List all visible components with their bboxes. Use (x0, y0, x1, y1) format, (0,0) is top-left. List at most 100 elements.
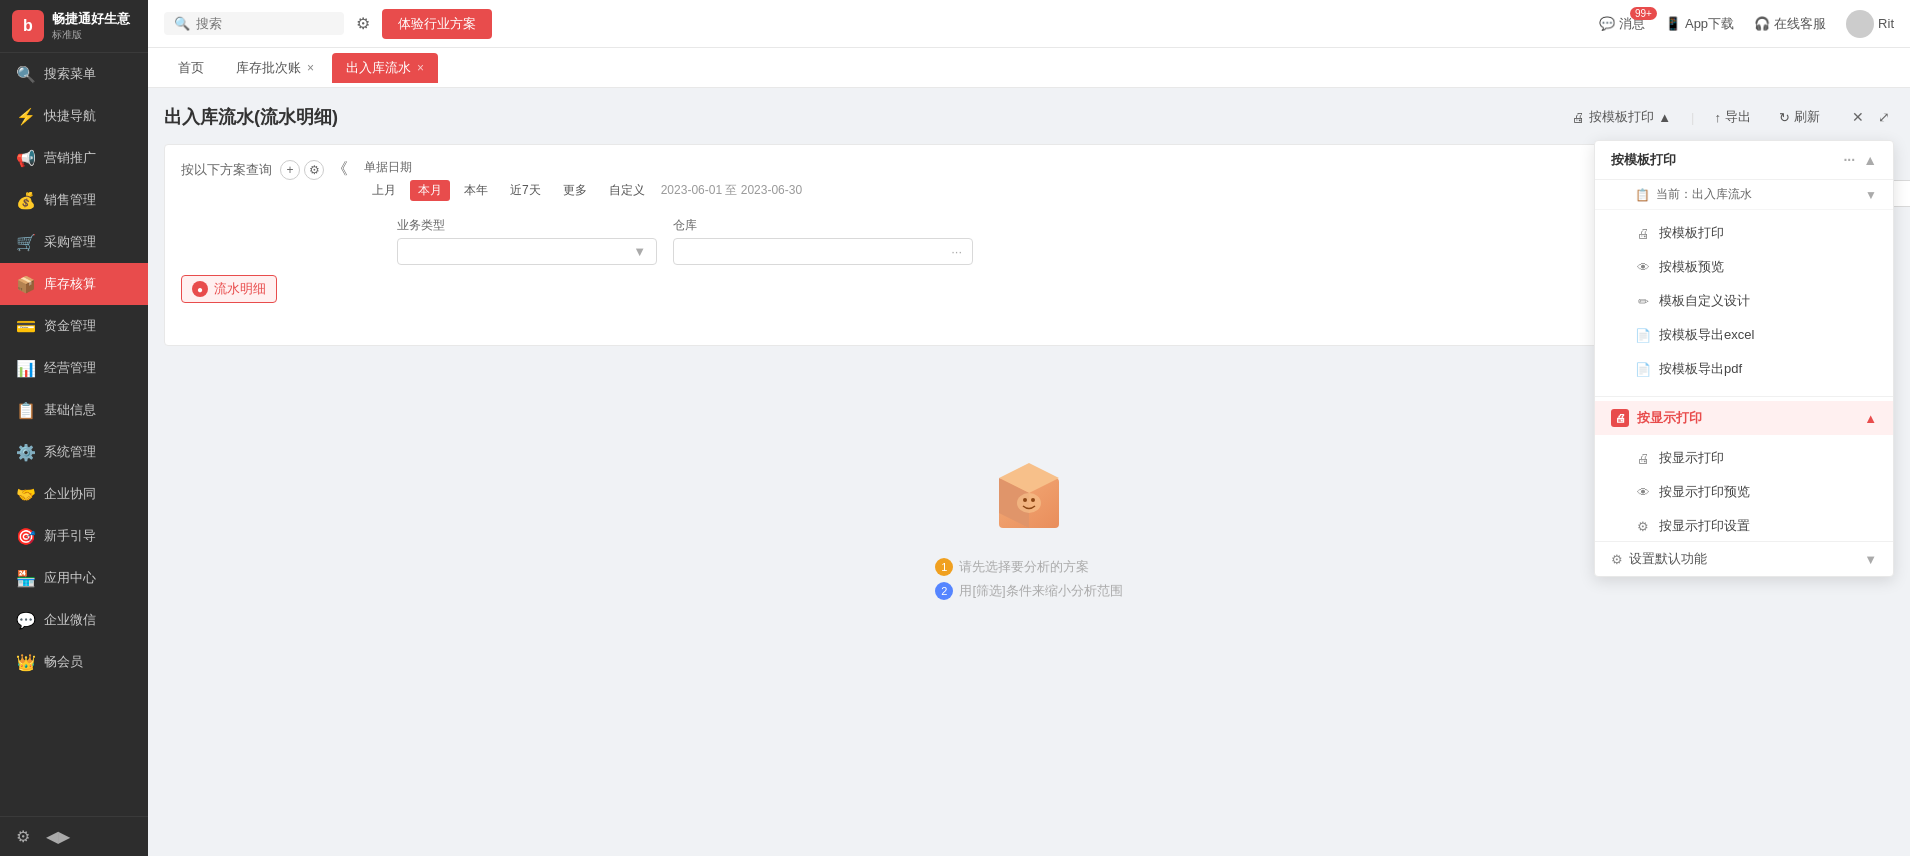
dropdown-current-row[interactable]: 📋 当前：出入库流水 ▼ (1595, 180, 1893, 210)
sidebar-icon-operation: 📊 (16, 358, 36, 378)
business-type-chevron: ▼ (633, 244, 646, 259)
sidebar-icon-basic: 📋 (16, 400, 36, 420)
page-title: 出入库流水(流水明细) (164, 105, 338, 129)
message-button[interactable]: 💬 消息 99+ (1599, 15, 1645, 33)
date-shortcut-this-year[interactable]: 本年 (456, 180, 496, 201)
printer-icon: 🖨 (1572, 110, 1585, 125)
sidebar-item-wecom[interactable]: 💬 企业微信 (0, 599, 148, 641)
trial-button[interactable]: 体验行业方案 (382, 9, 492, 39)
date-field-label: 单据日期 (364, 159, 1581, 176)
sidebar-item-system[interactable]: ⚙️ 系统管理 (0, 431, 148, 473)
warehouse-select[interactable]: ··· (673, 238, 973, 265)
dp-label-template-export-excel: 按模板导出excel (1659, 326, 1754, 344)
dropdown-footer[interactable]: ⚙ 设置默认功能 ▼ (1595, 541, 1893, 576)
dropdown-item-display-print-settings[interactable]: ⚙ 按显示打印设置 (1595, 509, 1893, 541)
template-print-button[interactable]: 🖨 按模板打印 ▲ (1564, 104, 1679, 130)
dropdown-panel: 按模板打印 ··· ▲ 📋 当前：出入库流水 (1594, 140, 1894, 577)
sidebar-item-operation[interactable]: 📊 经营管理 (0, 347, 148, 389)
app-download-button[interactable]: 📱 App下载 (1665, 15, 1734, 33)
date-shortcut-last-month[interactable]: 上月 (364, 180, 404, 201)
user-name: Rit (1878, 16, 1894, 31)
sidebar-item-basic[interactable]: 📋 基础信息 (0, 389, 148, 431)
dropdown-item-template-custom[interactable]: ✏ 模板自定义设计 (1595, 284, 1893, 318)
sidebar-item-purchase[interactable]: 🛒 采购管理 (0, 221, 148, 263)
sidebar-icon-wecom: 💬 (16, 610, 36, 630)
dp-icon-template-export-pdf: 📄 (1635, 361, 1651, 377)
business-type-field: 业务类型 ▼ (397, 217, 657, 265)
sidebar-item-inventory[interactable]: 📦 库存核算 (0, 263, 148, 305)
date-shortcut-this-month[interactable]: 本月 (410, 180, 450, 201)
export-button[interactable]: ↑ 导出 (1707, 104, 1760, 130)
sidebar-logo: b 畅捷通好生意 标准版 (0, 0, 148, 53)
topbar-search[interactable]: 🔍 (164, 12, 344, 35)
empty-hint-1: 1 请先选择要分析的方案 (935, 558, 1122, 576)
sidebar-label-basic: 基础信息 (44, 401, 96, 419)
filter-settings-icon[interactable]: ⚙ (304, 160, 324, 180)
display-print-subheader[interactable]: 🖨 按显示打印 ▲ (1595, 401, 1893, 435)
date-shortcuts: 上月 本月 本年 近7天 更多 自定义 (364, 180, 653, 201)
dropdown-item-display-print[interactable]: 🖨 按显示打印 (1595, 441, 1893, 475)
sidebar-icon-search: 🔍 (16, 64, 36, 84)
close-overlay-button[interactable]: ✕ (1848, 107, 1868, 127)
settings-bottom-icon[interactable]: ⚙ (16, 827, 30, 846)
search-input[interactable] (196, 16, 334, 31)
empty-state-icon (979, 438, 1079, 538)
dropdown-item-template-export-pdf[interactable]: 📄 按模板导出pdf (1595, 352, 1893, 386)
business-type-select[interactable]: ▼ (397, 238, 657, 265)
brand-name: 畅捷通好生意 (52, 10, 130, 28)
sidebar-item-search[interactable]: 🔍 搜索菜单 (0, 53, 148, 95)
dp-label-template-export-pdf: 按模板导出pdf (1659, 360, 1742, 378)
tab-inout-flow[interactable]: 出入库流水× (332, 53, 438, 83)
dropdown-item-template-print[interactable]: 🖨 按模板打印 (1595, 216, 1893, 250)
sidebar-item-finance[interactable]: 💳 资金管理 (0, 305, 148, 347)
tab-batch-account[interactable]: 库存批次账× (222, 53, 328, 83)
dropdown-item-display-preview[interactable]: 👁 按显示打印预览 (1595, 475, 1893, 509)
sidebar-icon-system: ⚙️ (16, 442, 36, 462)
sidebar-label-operation: 经营管理 (44, 359, 96, 377)
online-service-button[interactable]: 🎧 在线客服 (1754, 15, 1826, 33)
dp-icon-display-print: 🖨 (1635, 450, 1651, 466)
sidebar-item-guide[interactable]: 🎯 新手引导 (0, 515, 148, 557)
tabbar: 首页库存批次账×出入库流水× (148, 48, 1910, 88)
sidebar-item-quick-nav[interactable]: ⚡ 快捷导航 (0, 95, 148, 137)
message-icon: 💬 (1599, 16, 1615, 31)
sidebar-label-marketing: 营销推广 (44, 149, 96, 167)
dropdown-more-icon[interactable]: ··· (1843, 152, 1855, 168)
refresh-button[interactable]: ↻ 刷新 (1771, 104, 1828, 130)
filter-add-icon[interactable]: + (280, 160, 300, 180)
sidebar-item-sales[interactable]: 💰 销售管理 (0, 179, 148, 221)
empty-hints: 1 请先选择要分析的方案 2 用[筛选]条件来缩小分析范围 (935, 558, 1122, 606)
user-avatar-button[interactable]: Rit (1846, 10, 1894, 38)
hint-text-1: 请先选择要分析的方案 (959, 558, 1089, 576)
sub-filter-tag[interactable]: ● 流水明细 (181, 275, 277, 303)
date-shortcut-7days[interactable]: 近7天 (502, 180, 549, 201)
current-label-icon: 📋 (1635, 188, 1650, 202)
dropdown-chevron-up-icon[interactable]: ▲ (1863, 152, 1877, 168)
dropdown-item-template-preview[interactable]: 👁 按模板预览 (1595, 250, 1893, 284)
date-shortcut-more[interactable]: 更多 (555, 180, 595, 201)
expand-overlay-button[interactable]: ⤢ (1874, 107, 1894, 127)
sidebar-label-apps: 应用中心 (44, 569, 96, 587)
tab-close-inout-flow[interactable]: × (417, 61, 424, 75)
dropdown-item-template-export-excel[interactable]: 📄 按模板导出excel (1595, 318, 1893, 352)
sidebar-label-vip: 畅会员 (44, 653, 83, 671)
tab-close-batch-account[interactable]: × (307, 61, 314, 75)
date-shortcut-custom[interactable]: 自定义 (601, 180, 653, 201)
collapse-sidebar-icon[interactable]: ◀▶ (46, 827, 70, 846)
sidebar-icon-apps: 🏪 (16, 568, 36, 588)
sidebar-icon-purchase: 🛒 (16, 232, 36, 252)
hint-num-1: 1 (935, 558, 953, 576)
app-logo-icon: b (12, 10, 44, 42)
sidebar-icon-inventory: 📦 (16, 274, 36, 294)
topbar-settings-icon[interactable]: ⚙ (356, 14, 370, 33)
page-content: 出入库流水(流水明细) 🖨 按模板打印 ▲ | ↑ 导出 ↻ 刷新 (148, 88, 1910, 856)
sidebar-item-apps[interactable]: 🏪 应用中心 (0, 557, 148, 599)
tab-home[interactable]: 首页 (164, 53, 218, 83)
sidebar-item-vip[interactable]: 👑 畅会员 (0, 641, 148, 683)
sub-filter-tag-icon: ● (192, 281, 208, 297)
filter-collapse-icon[interactable]: 《 (332, 159, 348, 180)
export-label: 导出 (1725, 108, 1751, 126)
refresh-icon: ↻ (1779, 110, 1790, 125)
sidebar-item-collab[interactable]: 🤝 企业协同 (0, 473, 148, 515)
sidebar-item-marketing[interactable]: 📢 营销推广 (0, 137, 148, 179)
